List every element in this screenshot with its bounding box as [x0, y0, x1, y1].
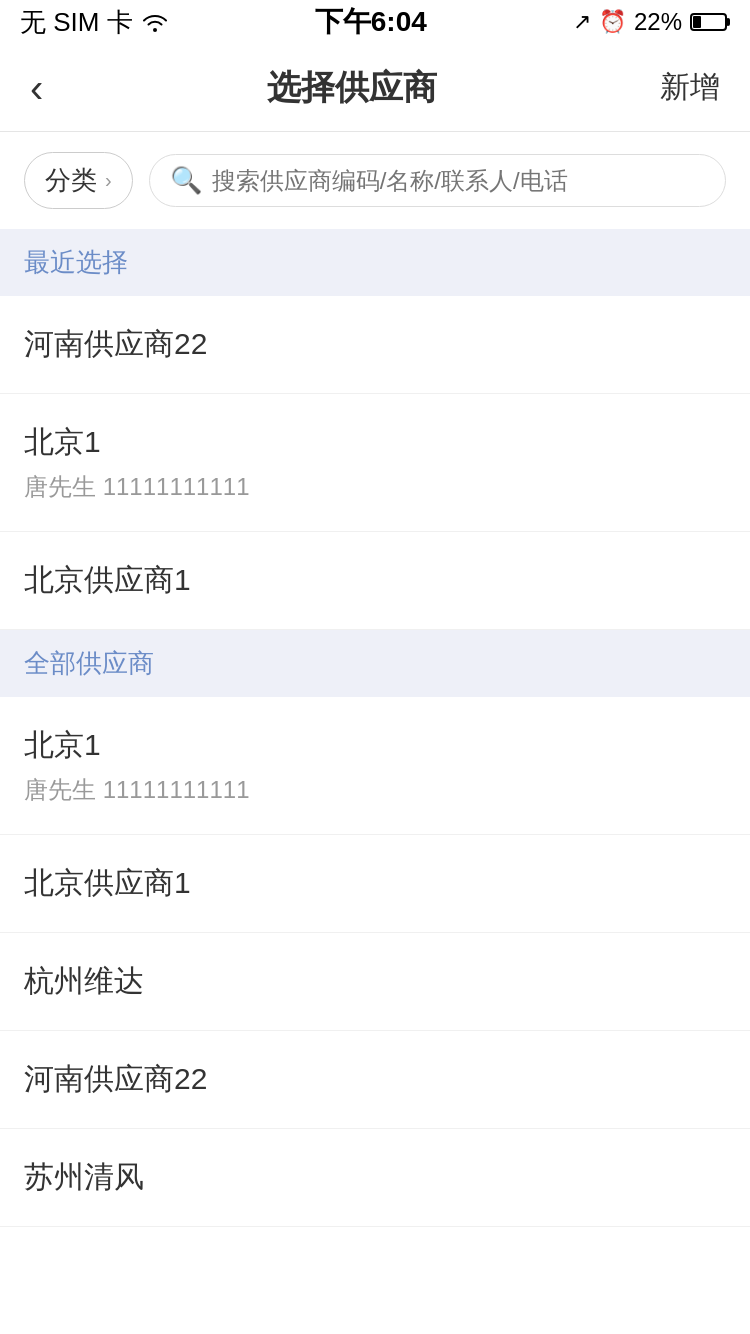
all-section-header: 全部供应商: [0, 630, 750, 697]
add-button[interactable]: 新增: [660, 67, 720, 108]
recent-list-item[interactable]: 河南供应商22: [0, 296, 750, 394]
back-button[interactable]: ‹: [30, 68, 43, 108]
nav-bar: ‹ 选择供应商 新增: [0, 44, 750, 132]
filter-bar: 分类 › 🔍: [0, 132, 750, 229]
category-button[interactable]: 分类 ›: [24, 152, 133, 209]
svg-rect-2: [693, 16, 701, 28]
search-input[interactable]: [212, 167, 705, 195]
recent-section-label: 最近选择: [24, 247, 128, 277]
alarm-icon: ⏰: [599, 9, 626, 35]
svg-rect-1: [726, 18, 730, 26]
all-list-item[interactable]: 北京供应商1: [0, 835, 750, 933]
item-name: 苏州清风: [24, 1157, 726, 1198]
battery-text: 22%: [634, 8, 682, 36]
all-list-item[interactable]: 杭州维达: [0, 933, 750, 1031]
item-name: 杭州维达: [24, 961, 726, 1002]
all-list-item[interactable]: 北京1 唐先生 11111111111: [0, 697, 750, 835]
all-list-item[interactable]: 河南供应商22: [0, 1031, 750, 1129]
item-name: 北京供应商1: [24, 863, 726, 904]
search-box: 🔍: [149, 154, 726, 207]
all-items-list: 北京1 唐先生 11111111111 北京供应商1 杭州维达河南供应商22 苏州清风: [0, 697, 750, 1227]
chevron-right-icon: ›: [105, 169, 112, 192]
status-bar: 无 SIM 卡 下午6:04 ↗ ⏰ 22%: [0, 0, 750, 44]
recent-list-item[interactable]: 北京供应商1: [0, 532, 750, 630]
item-name: 北京1: [24, 422, 726, 463]
item-name: 北京1: [24, 725, 726, 766]
status-time: 下午6:04: [315, 3, 427, 41]
all-list-item[interactable]: 苏州清风: [0, 1129, 750, 1227]
wifi-icon: [141, 12, 169, 32]
item-name: 河南供应商22: [24, 324, 726, 365]
all-section-label: 全部供应商: [24, 648, 154, 678]
status-right: ↗ ⏰ 22%: [573, 8, 730, 36]
recent-list-item[interactable]: 北京1 唐先生 11111111111: [0, 394, 750, 532]
battery-icon: [690, 11, 730, 33]
recent-section-header: 最近选择: [0, 229, 750, 296]
category-label: 分类: [45, 163, 97, 198]
item-sub: 唐先生 11111111111: [24, 471, 726, 503]
item-name: 河南供应商22: [24, 1059, 726, 1100]
status-carrier: 无 SIM 卡: [20, 5, 169, 40]
location-icon: ↗: [573, 9, 591, 35]
search-icon: 🔍: [170, 165, 202, 196]
item-name: 北京供应商1: [24, 560, 726, 601]
item-sub: 唐先生 11111111111: [24, 774, 726, 806]
recent-items-list: 河南供应商22 北京1 唐先生 11111111111 北京供应商1: [0, 296, 750, 630]
page-title: 选择供应商: [267, 65, 437, 111]
